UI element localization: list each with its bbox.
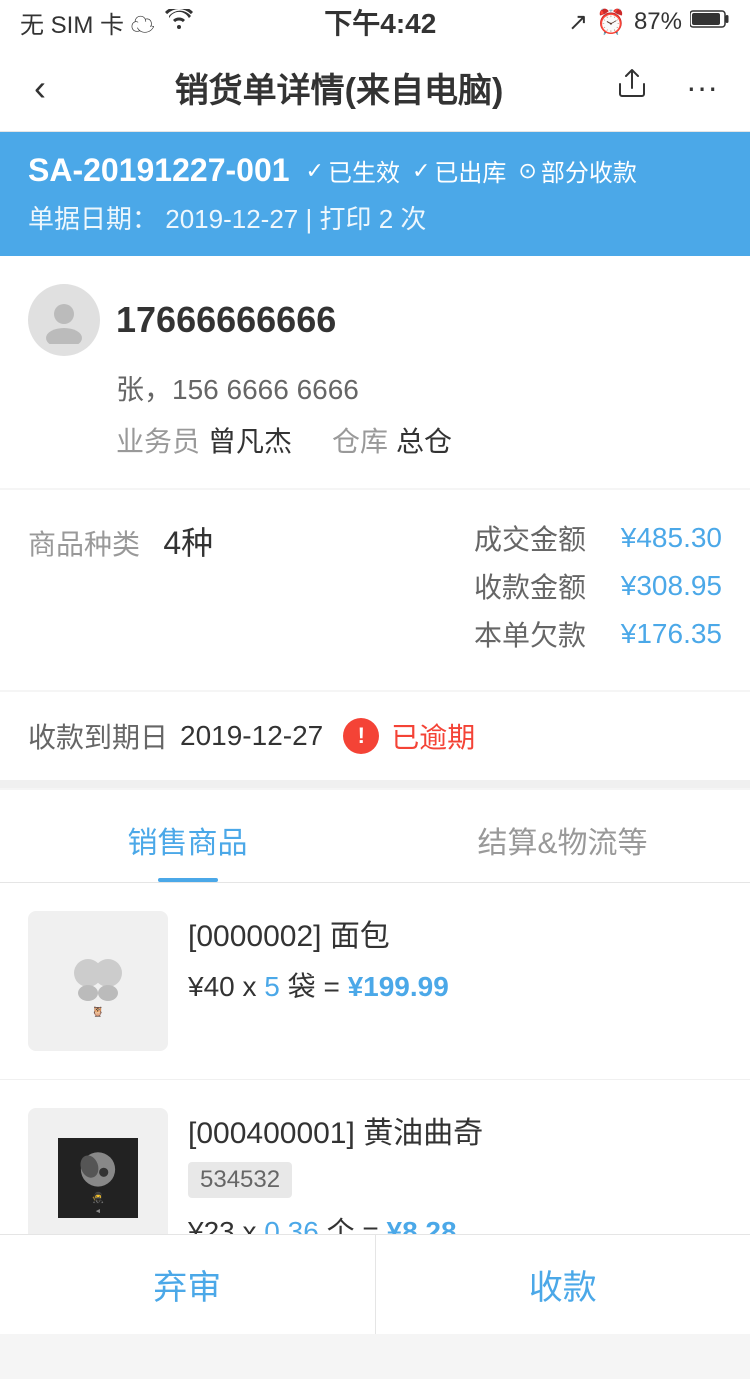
amount-value: ¥485.30 [602,522,722,554]
check-icon-1: ✓ [306,158,324,184]
print-count: 2 [379,204,393,234]
payment-value: ¥308.95 [602,570,722,602]
equals-sign-1: = [323,971,347,1002]
cancel-label: 弃审 [153,1260,221,1309]
product-list: 🦉 [0000002] 面包 ¥40 x 5 袋 = ¥199.99 [0,883,750,1279]
due-date: 2019-12-27 [180,720,323,752]
svg-text:🦉: 🦉 [92,1006,104,1018]
order-id: SA-20191227-001 [28,152,290,189]
unit-1: 袋 [288,971,316,1002]
product-info-1: [0000002] 面包 ¥40 x 5 袋 = ¥199.99 [188,911,722,1005]
location-icon: ↗ [568,8,588,37]
print-suffix: 次 [400,204,426,234]
warehouse-label: 仓库 [332,420,388,460]
tab-settlement[interactable]: 结算&物流等 [375,790,750,882]
payment-label: 收款金额 [474,566,586,606]
svg-text:🥷: 🥷 [92,1191,105,1204]
status-bar: 无 SIM 卡 ☁ 下午4:42 ↗ ⏰ 87% [0,0,750,44]
order-date-row: 单据日期： 2019-12-27 | 打印 2 次 [28,199,722,236]
bottom-bar: 弃审 收款 [0,1234,750,1334]
overdue-text: 已逾期 [391,716,475,756]
stats-right: 成交金额 ¥485.30 收款金额 ¥308.95 本单欠款 ¥176.35 [474,518,722,662]
debt-row: 本单欠款 ¥176.35 [474,614,722,654]
warehouse-name: 总仓 [396,420,452,460]
customer-meta: 业务员 曾凡杰 仓库 总仓 [116,420,722,460]
confirm-label: 收款 [529,1260,597,1309]
nav-actions: ··· [606,58,726,118]
due-section: 收款到期日 2019-12-27 ! 已逾期 [0,692,750,788]
payment-row: 收款金额 ¥308.95 [474,566,722,606]
cancel-button[interactable]: 弃审 [0,1235,376,1334]
share-button[interactable] [606,58,658,118]
page-title: 销货单详情(来自电脑) [72,63,606,112]
product-name-2: [000400001] 黄油曲奇 [188,1108,722,1152]
unit-price-1: ¥40 [188,971,235,1002]
due-label: 收款到期日 [28,716,168,756]
nav-bar: ‹ 销货单详情(来自电脑) ··· [0,44,750,132]
svg-text:◀: ◀ [96,1208,101,1214]
customer-section: 17666666666 张，156 6666 6666 业务员 曾凡杰 仓库 总… [0,256,750,488]
salesman-item: 业务员 曾凡杰 [116,420,292,460]
product-image-2: 🥷 ◀ [28,1108,168,1248]
battery-level: 87% [634,8,682,36]
tab-products[interactable]: 销售商品 [0,790,375,882]
tab-settlement-label: 结算&物流等 [477,827,647,860]
customer-detail: 张，156 6666 6666 [116,368,722,408]
category-row: 商品种类 4种 [28,518,213,564]
list-item: 🦉 [0000002] 面包 ¥40 x 5 袋 = ¥199.99 [0,883,750,1080]
product-price-1: ¥40 x 5 袋 = ¥199.99 [188,965,722,1005]
warehouse-item: 仓库 总仓 [332,420,452,460]
order-date: 2019-12-27 [165,204,298,234]
sim-label: 无 SIM 卡 ☁ [20,5,155,40]
total-1: ¥199.99 [348,971,449,1002]
clock-icon: ⊙ [518,158,536,184]
debt-value: ¥176.35 [602,618,722,650]
status-effected: ✓ 已生效 [306,153,400,188]
overdue-icon: ! [343,718,379,754]
product-title-2: 黄油曲奇 [363,1117,483,1150]
status-partial: ⊙ 部分收款 [518,153,636,188]
customer-name: 17666666666 [116,299,336,341]
product-title-1: 面包 [330,920,390,953]
back-button[interactable]: ‹ [24,57,56,119]
category-label: 商品种类 [28,529,140,560]
status-left: 无 SIM 卡 ☁ [20,5,193,40]
debt-label: 本单欠款 [474,614,586,654]
product-code-1: [0000002] [188,920,321,953]
salesman-name: 曾凡杰 [208,420,292,460]
status-partial-label: 部分收款 [541,153,637,188]
product-name-1: [0000002] 面包 [188,911,722,955]
avatar [28,284,100,356]
status-shipped-label: 已出库 [434,153,506,188]
multiply-sign-1: x [243,971,265,1002]
quantity-1: 5 [264,971,280,1002]
date-label: 单据日期： [28,204,158,234]
product-image-1: 🦉 [28,911,168,1051]
status-right: ↗ ⏰ 87% [568,8,730,37]
status-shipped: ✓ 已出库 [412,153,506,188]
status-time: 下午4:42 [324,2,436,42]
status-effected-label: 已生效 [328,153,400,188]
tabs: 销售商品 结算&物流等 [0,790,750,883]
product-code-2: [000400001] [188,1117,355,1150]
customer-row: 17666666666 [28,284,722,356]
blue-header: SA-20191227-001 ✓ 已生效 ✓ 已出库 ⊙ 部分收款 单据日期：… [0,132,750,256]
product-info-2: [000400001] 黄油曲奇 534532 ¥23 x 0.36 个 = ¥… [188,1108,722,1250]
category-count: 4种 [163,525,213,561]
amount-row: 成交金额 ¥485.30 [474,518,722,558]
status-tags: ✓ 已生效 ✓ 已出库 ⊙ 部分收款 [306,153,637,188]
print-label: | 打印 [305,204,371,234]
battery-icon [690,8,730,36]
tab-products-label: 销售商品 [128,827,248,860]
wifi-icon [165,8,193,36]
more-button[interactable]: ··· [678,61,726,114]
confirm-button[interactable]: 收款 [376,1235,750,1334]
product-batch: 534532 [188,1162,292,1198]
amount-label: 成交金额 [474,518,586,558]
stats-section: 商品种类 4种 成交金额 ¥485.30 收款金额 ¥308.95 本单欠款 ¥… [0,490,750,690]
alarm-icon: ⏰ [596,8,626,37]
stats-left: 商品种类 4种 [28,518,213,564]
check-icon-2: ✓ [412,158,430,184]
salesman-label: 业务员 [116,420,200,460]
